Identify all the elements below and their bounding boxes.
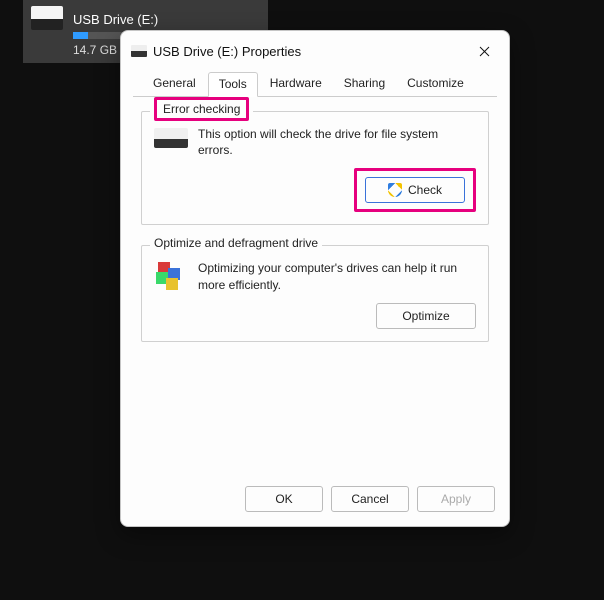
drive-name: USB Drive (E:) [73,10,158,27]
tab-customize[interactable]: Customize [397,72,474,97]
optimize-desc: Optimizing your computer's drives can he… [198,260,476,292]
tab-sharing[interactable]: Sharing [334,72,395,97]
ok-button[interactable]: OK [245,486,323,512]
close-button[interactable] [469,39,499,63]
group-error-checking: Error checking This option will check th… [141,111,489,225]
ok-button-label: OK [275,492,292,506]
close-icon [479,46,490,57]
dialog-title: USB Drive (E:) Properties [153,44,469,59]
cancel-button[interactable]: Cancel [331,486,409,512]
tab-general[interactable]: General [143,72,206,97]
tab-strip: General Tools Hardware Sharing Customize [133,69,497,97]
optimize-button[interactable]: Optimize [376,303,476,329]
tab-hardware[interactable]: Hardware [260,72,332,97]
drive-size: 14.7 GB [73,41,117,57]
optimize-icon [154,262,188,284]
tab-tools[interactable]: Tools [208,72,258,97]
check-button[interactable]: Check [365,177,465,203]
properties-dialog: USB Drive (E:) Properties General Tools … [120,30,510,527]
group-title-error-checking: Error checking [150,102,253,116]
tab-content: Error checking This option will check th… [121,97,509,476]
group-optimize: Optimize and defragment drive Optimizing… [141,245,489,341]
apply-button-label: Apply [441,492,471,506]
check-button-label: Check [408,183,442,197]
drive-icon [31,6,63,30]
apply-button: Apply [417,486,495,512]
cancel-button-label: Cancel [351,492,388,506]
titlebar: USB Drive (E:) Properties [121,31,509,69]
highlight-error-checking: Error checking [154,97,249,121]
highlight-check-button: Check [354,168,476,212]
group-title-optimize: Optimize and defragment drive [150,236,322,250]
optimize-button-label: Optimize [402,309,449,323]
uac-shield-icon [388,183,402,197]
drive-small-icon [154,128,188,150]
dialog-footer: OK Cancel Apply [121,476,509,526]
error-checking-desc: This option will check the drive for fil… [198,126,476,158]
drive-icon [131,45,147,57]
